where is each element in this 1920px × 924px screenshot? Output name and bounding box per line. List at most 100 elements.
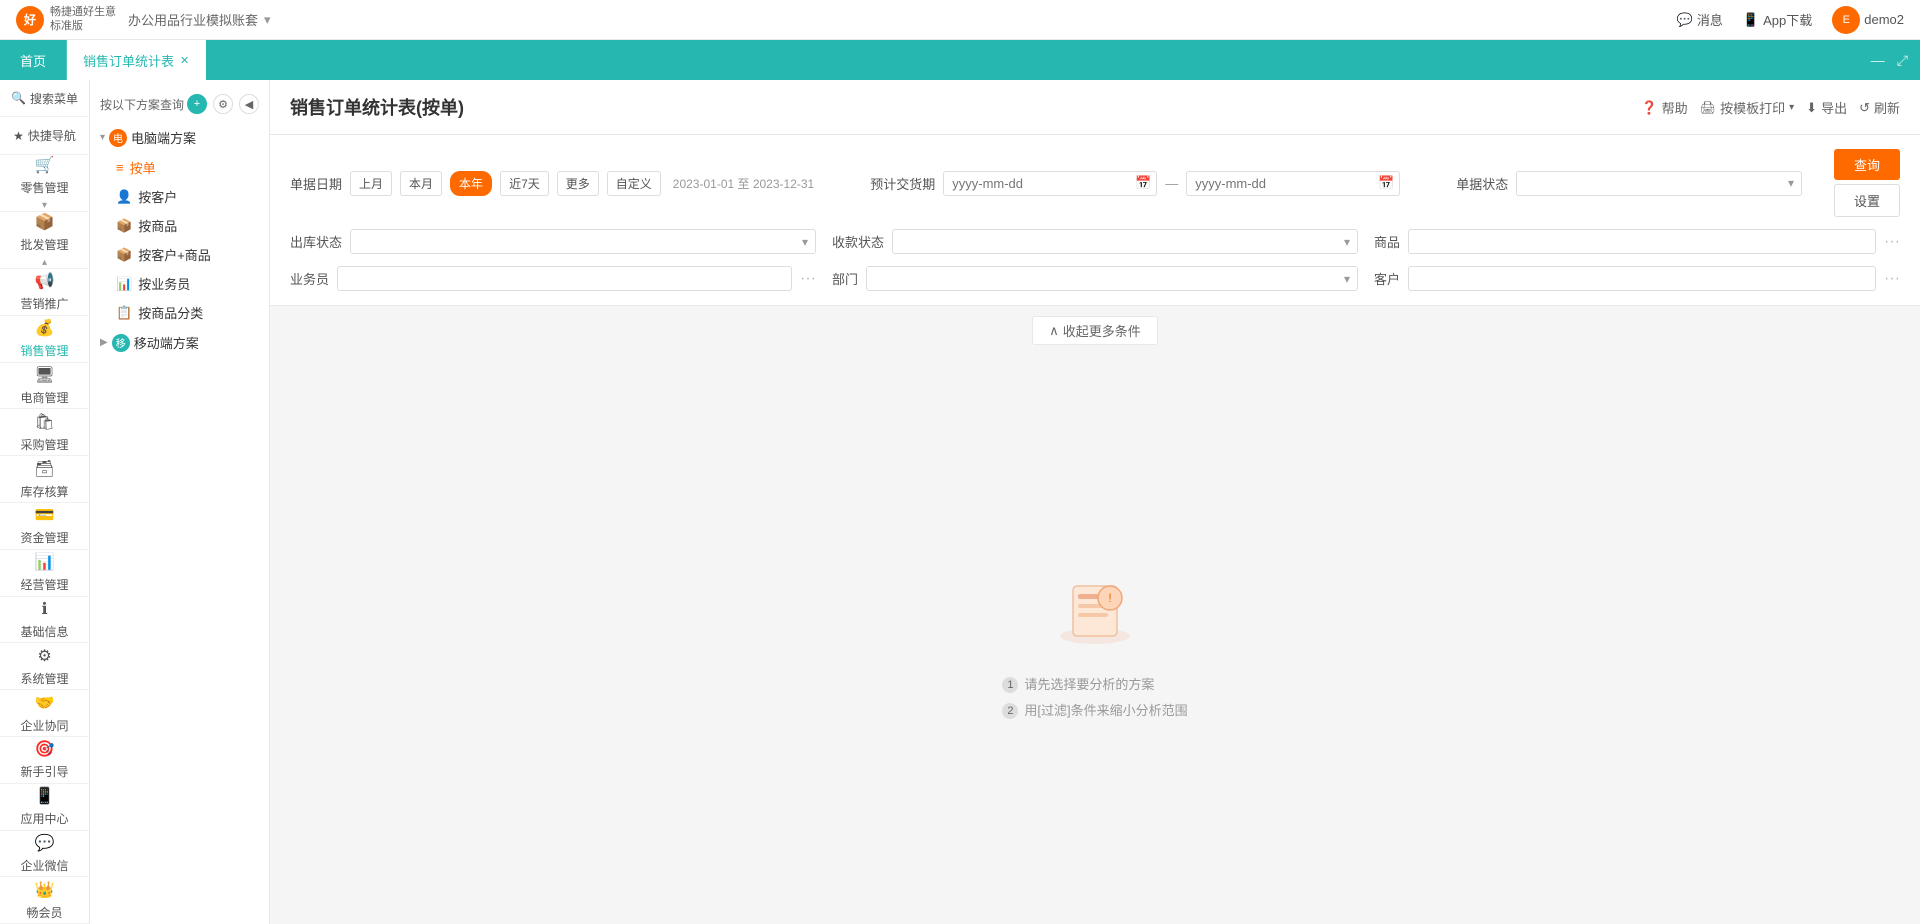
sidebar-item-sales[interactable]: 💰 销售管理	[0, 316, 89, 363]
sidebar-item-vip[interactable]: 👑 畅会员	[0, 877, 89, 924]
customer-icon: 👤	[116, 189, 132, 205]
customer-input[interactable]	[1408, 266, 1876, 291]
payment-status-label: 收款状态	[832, 232, 884, 251]
scheme-panel-header: 按以下方案查询 + ⚙ ◀	[90, 90, 269, 122]
scheme-item-by-salesman[interactable]: 📊 按业务员	[90, 269, 269, 298]
order-status-select[interactable]	[1516, 171, 1802, 196]
tab-home[interactable]: 首页	[0, 40, 67, 80]
breadcrumb[interactable]: 办公用品行业模拟账套 ▾	[128, 10, 271, 29]
sidebar-item-enterprise[interactable]: 🤝 企业协同	[0, 690, 89, 737]
scheme-category-mobile[interactable]: ▶ 移 移动端方案	[90, 327, 269, 358]
message-button[interactable]: 💬 消息	[1677, 10, 1723, 29]
finance-icon: 💳	[35, 505, 55, 525]
sidebar: 🔍 搜索菜单 ★ 快捷导航 🛒 零售管理 ▾ 📦 批发管理 ▴ 📢 营销推广 💰…	[0, 80, 90, 924]
tip-item-1: 1 请先选择要分析的方案	[1002, 672, 1187, 698]
chevron-down-icon: ▾	[42, 200, 47, 211]
department-select[interactable]	[866, 266, 1358, 291]
scheme-category-pc[interactable]: ▾ 电 电脑端方案	[90, 122, 269, 153]
sidebar-item-basicinfo[interactable]: ℹ 基础信息	[0, 597, 89, 644]
tab-bar: 首页 销售订单统计表 ✕ — ⤢	[0, 40, 1920, 80]
date-this-month-btn[interactable]: 本月	[400, 171, 442, 196]
app-download-button[interactable]: 📱 App下载	[1743, 10, 1812, 29]
expected-date-end-input[interactable]	[1186, 171, 1400, 196]
goods-input[interactable]	[1408, 229, 1876, 254]
maximize-icon[interactable]: ⤢	[1897, 52, 1908, 69]
sidebar-item-appcenter[interactable]: 📱 应用中心	[0, 784, 89, 831]
scheme-item-by-goods-cat[interactable]: 📋 按商品分类	[90, 298, 269, 327]
wechat-icon: 💬	[35, 833, 55, 853]
date-label: 单据日期	[290, 174, 342, 193]
expected-date-start-input[interactable]	[943, 171, 1157, 196]
shipment-status-select[interactable]	[350, 229, 816, 254]
content-area: 按以下方案查询 + ⚙ ◀ ▾ 电 电脑端方案 ≡ 按单	[90, 80, 1920, 924]
collapse-more-btn[interactable]: ∧ 收起更多条件	[1032, 316, 1158, 345]
salesman-ellipsis-icon[interactable]: ···	[800, 270, 816, 288]
breadcrumb-arrow-icon: ▾	[264, 12, 271, 28]
order-list-icon: ≡	[116, 160, 124, 175]
scheme-collapse-button[interactable]: ◀	[239, 94, 259, 114]
scheme-item-by-goods[interactable]: 📦 按商品	[90, 211, 269, 240]
export-button[interactable]: ⬇ 导出	[1806, 98, 1847, 117]
scheme-item-by-cust-goods[interactable]: 📦 按客户+商品	[90, 240, 269, 269]
settings-button[interactable]: 设置	[1834, 184, 1900, 217]
salesman-input[interactable]	[337, 266, 792, 291]
customer-ellipsis-icon[interactable]: ···	[1884, 270, 1900, 288]
date-last-month-btn[interactable]: 上月	[350, 171, 392, 196]
top-bar: 好 畅捷通好生意 标准版 办公用品行业模拟账套 ▾ 💬 消息 📱 App下载 E…	[0, 0, 1920, 40]
payment-status-select[interactable]	[892, 229, 1358, 254]
date-sep: —	[1165, 176, 1178, 191]
tab-close-icon[interactable]: ✕	[180, 54, 189, 67]
date-custom-btn[interactable]: 自定义	[607, 171, 661, 196]
shipment-status-select-wrapper	[350, 229, 816, 254]
order-status-label: 单据状态	[1456, 174, 1508, 193]
query-button[interactable]: 查询	[1834, 149, 1900, 180]
sidebar-item-purchase[interactable]: 🛍 采购管理	[0, 409, 89, 456]
sales-icon: 💰	[35, 318, 55, 338]
message-icon: 💬	[1677, 12, 1693, 28]
tab-window-controls: — ⤢	[1871, 52, 1920, 69]
purchase-icon: 🛍	[34, 412, 54, 432]
sidebar-item-wholesale[interactable]: 📦 批发管理 ▴	[0, 212, 89, 269]
scheme-add-button[interactable]: +	[187, 94, 207, 114]
sidebar-item-operations[interactable]: 📊 经营管理	[0, 550, 89, 597]
date-7days-btn[interactable]: 近7天	[500, 171, 549, 196]
category-icon-mobile: 移	[112, 334, 130, 352]
sidebar-item-finance[interactable]: 💳 资金管理	[0, 503, 89, 550]
sidebar-item-ecommerce[interactable]: 🖥 电商管理	[0, 363, 89, 410]
calendar-start-icon: 📅	[1135, 175, 1151, 191]
date-more-btn[interactable]: 更多	[557, 171, 599, 196]
date-this-year-btn[interactable]: 本年	[450, 171, 492, 196]
scheme-item-by-order[interactable]: ≡ 按单	[90, 153, 269, 182]
refresh-button[interactable]: ↺ 刷新	[1859, 98, 1900, 117]
sidebar-item-system[interactable]: ⚙ 系统管理	[0, 643, 89, 690]
template-print-button[interactable]: 🖨 按模板打印 ▾	[1700, 98, 1795, 117]
print-arrow-icon: ▾	[1789, 102, 1794, 113]
customer-group: 客户 ···	[1374, 266, 1900, 291]
sidebar-search-menu[interactable]: 🔍 搜索菜单	[0, 80, 89, 117]
avatar: E	[1832, 6, 1860, 34]
marketing-icon: 📢	[35, 271, 55, 291]
sidebar-item-newbie[interactable]: 🎯 新手引导	[0, 737, 89, 784]
retail-icon: 🛒	[35, 155, 55, 175]
tab-sales-order-stats[interactable]: 销售订单统计表 ✕	[67, 40, 206, 80]
ecommerce-icon: 🖥	[34, 365, 54, 385]
expected-date-start-wrapper: 📅	[943, 171, 1157, 196]
scheme-item-by-customer[interactable]: 👤 按客户	[90, 182, 269, 211]
minimize-icon[interactable]: —	[1871, 52, 1885, 68]
help-button[interactable]: ❓ 帮助	[1641, 98, 1687, 117]
sidebar-item-inventory[interactable]: 🗃 库存核算	[0, 456, 89, 503]
logo-area: 好 畅捷通好生意 标准版	[16, 6, 116, 34]
order-status-select-wrapper	[1516, 171, 1802, 196]
sidebar-item-retail[interactable]: 🛒 零售管理 ▾	[0, 155, 89, 212]
department-label: 部门	[832, 269, 858, 288]
sidebar-item-wechat[interactable]: 💬 企业微信	[0, 831, 89, 878]
vip-icon: 👑	[35, 880, 55, 900]
goods-ellipsis-icon[interactable]: ···	[1884, 233, 1900, 251]
sidebar-quick-nav[interactable]: ★ 快捷导航	[0, 117, 89, 154]
user-avatar-area[interactable]: E demo2	[1832, 6, 1904, 34]
date-range-text: 2023-01-01 至 2023-12-31	[673, 175, 814, 192]
empty-tips: 1 请先选择要分析的方案 2 用[过滤]条件来缩小分析范围	[1002, 672, 1187, 724]
inventory-icon: 🗃	[34, 459, 54, 479]
sidebar-item-marketing[interactable]: 📢 营销推广	[0, 269, 89, 316]
scheme-settings-button[interactable]: ⚙	[213, 94, 233, 114]
